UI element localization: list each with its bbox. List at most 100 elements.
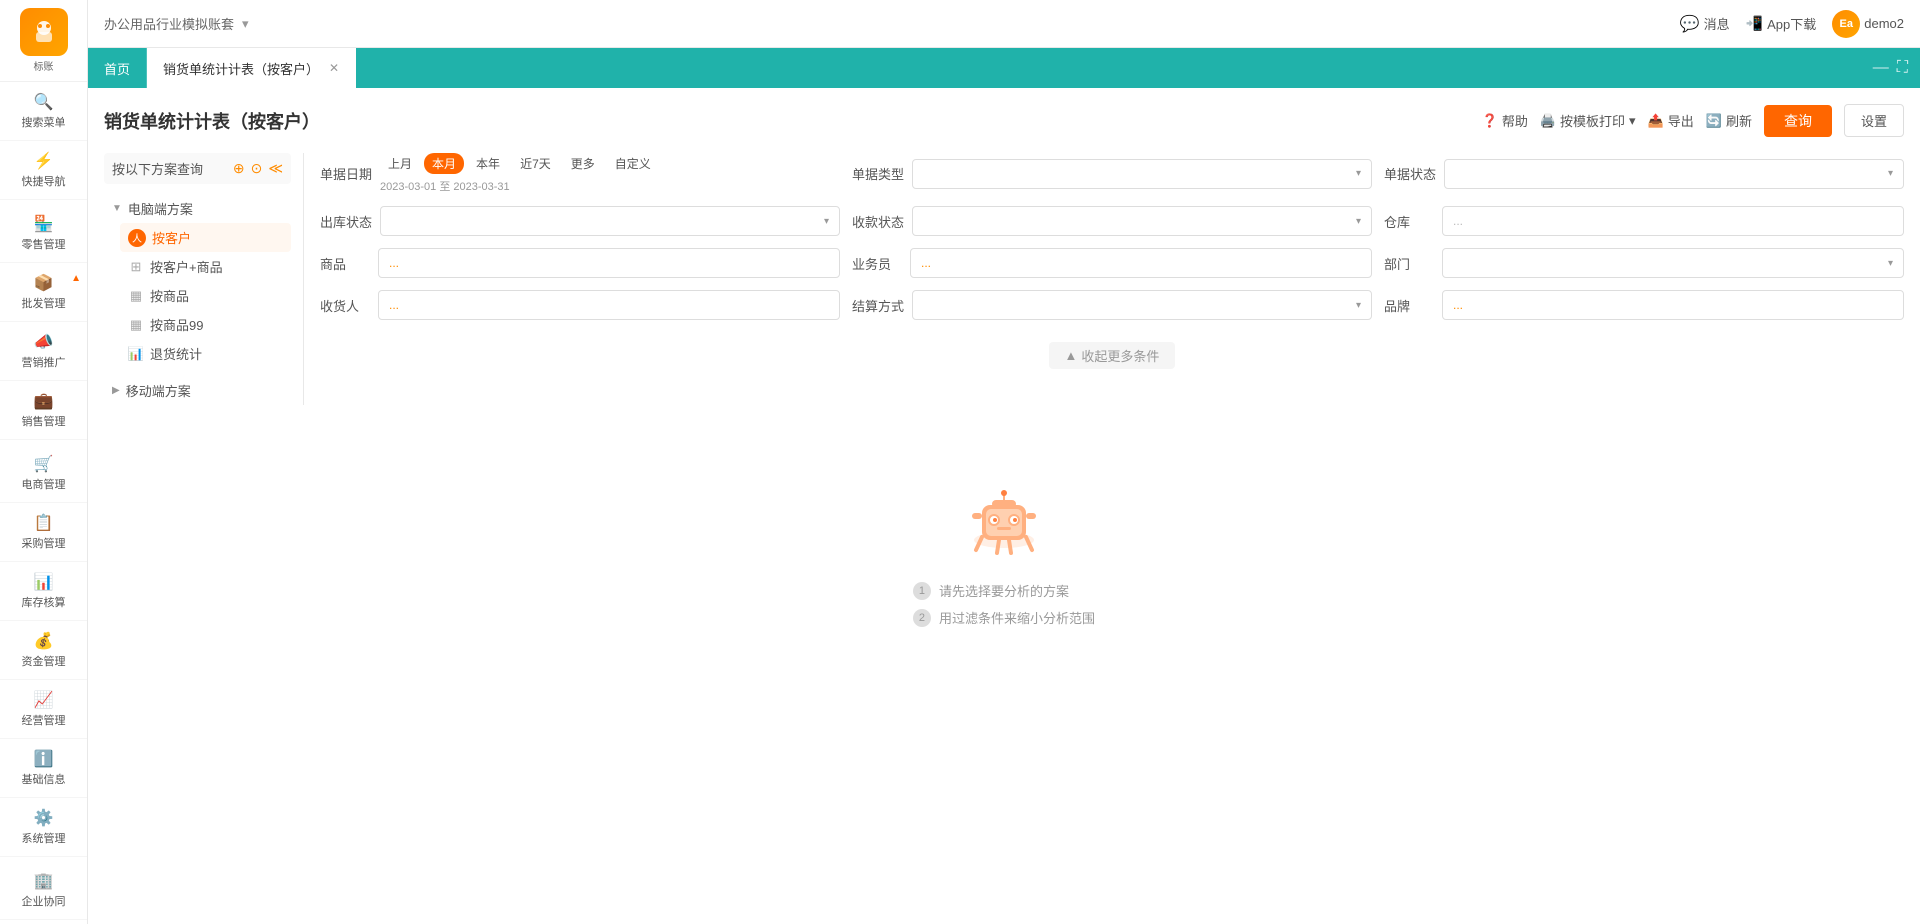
empty-tips: 1 请先选择要分析的方案 2 用过滤条件来缩小分析范围 <box>913 581 1095 627</box>
operations-icon: 📈 <box>34 690 54 710</box>
help-icon: ❓ <box>1482 113 1498 129</box>
warehouse-label: 仓库 <box>1384 212 1434 231</box>
staff-input[interactable]: ... <box>910 248 1372 278</box>
doc-status-select[interactable]: ▾ <box>1444 159 1904 189</box>
tab-home[interactable]: 首页 <box>88 48 147 88</box>
date-label: 单据日期 <box>320 164 372 183</box>
tab-close-icon[interactable]: ✕ <box>329 61 339 75</box>
receipt-select[interactable]: ▾ <box>912 206 1372 236</box>
desktop-scheme-group: ▼ 电脑端方案 人 按客户 <box>104 194 291 368</box>
message-item[interactable]: 💬 消息 <box>1680 14 1730 34</box>
sidebar-item-inventory[interactable]: 📊 库存核算 <box>0 562 87 621</box>
query-button[interactable]: 查询 <box>1764 105 1832 137</box>
payment-label: 结算方式 <box>852 296 904 315</box>
filter-item-staff: 业务员 ... <box>852 248 1372 278</box>
sidebar-item-enterprise-label: 企业协同 <box>22 893 66 909</box>
refresh-action[interactable]: 🔄 刷新 <box>1706 111 1752 130</box>
sidebar-item-retail[interactable]: 🏪 零售管理 <box>0 204 87 263</box>
sidebar-item-ecommerce-label: 电商管理 <box>22 476 66 492</box>
filter-row-1: 单据日期 上月 本月 本年 近7天 更多 自定义 <box>320 153 1904 194</box>
sidebar-item-basic[interactable]: ℹ️ 基础信息 <box>0 739 87 798</box>
top-header: 办公用品行业模拟账套 ▾ 💬 消息 📲 App下载 Ea demo2 <box>88 0 1920 48</box>
sidebar-item-sales-label: 销售管理 <box>22 413 66 429</box>
doc-type-label: 单据类型 <box>852 164 904 183</box>
scheme-add-icon[interactable]: ⊕ <box>233 160 245 177</box>
scheme-item-by-product-label: 按商品 <box>150 286 189 305</box>
filter-panel: 单据日期 上月 本月 本年 近7天 更多 自定义 <box>304 153 1904 405</box>
date-tab-last-7-days[interactable]: 近7天 <box>512 153 559 174</box>
product-input[interactable]: ... <box>378 248 840 278</box>
app-download-item[interactable]: 📲 App下载 <box>1746 14 1817 33</box>
sidebar-item-purchase[interactable]: 📋 采购管理 <box>0 503 87 562</box>
user-initials: Ea <box>1840 18 1853 30</box>
print-icon: 🖨️ <box>1540 113 1556 129</box>
warehouse-input[interactable]: ... <box>1442 206 1904 236</box>
wholesale-icon: 📦 <box>34 273 54 293</box>
tip-num-2: 2 <box>913 609 931 627</box>
sidebar-item-finance[interactable]: 💰 资金管理 <box>0 621 87 680</box>
collapse-bar: ▲ 收起更多条件 <box>320 332 1904 379</box>
sidebar-logo-text: 标账 <box>34 58 54 73</box>
scheme-refresh-icon[interactable]: ⊙ <box>251 160 263 177</box>
scheme-tree: ▼ 电脑端方案 人 按客户 <box>104 194 291 405</box>
empty-state-icon <box>954 465 1054 565</box>
help-action[interactable]: ❓ 帮助 <box>1482 111 1528 130</box>
desktop-scheme-group-label[interactable]: ▼ 电脑端方案 <box>104 194 291 223</box>
sidebar-item-sales[interactable]: 💼 销售管理 <box>0 381 87 440</box>
sidebar-item-shortcuts[interactable]: ⚡ 快捷导航 <box>0 141 87 200</box>
scheme-item-by-customer-product[interactable]: ⊞ 按客户+商品 <box>120 252 291 281</box>
sidebar-item-marketing[interactable]: 📣 营销推广 <box>0 322 87 381</box>
filter-row-4: 收货人 ... 结算方式 ▾ <box>320 290 1904 320</box>
filter-item-doc-status: 单据状态 ▾ <box>1384 159 1904 189</box>
mobile-group-arrow: ▶ <box>112 385 120 396</box>
tab-sales-stats[interactable]: 销货单统计计表（按客户） ✕ <box>147 48 356 88</box>
sidebar-item-purchase-label: 采购管理 <box>22 535 66 551</box>
sidebar-item-wholesale[interactable]: 📦 批发管理 ▲ <box>0 263 87 322</box>
export-action[interactable]: 📤 导出 <box>1648 111 1694 130</box>
scheme-item-by-customer[interactable]: 人 按客户 <box>120 223 291 252</box>
department-select[interactable]: ▾ <box>1442 248 1904 278</box>
header-dropdown-icon[interactable]: ▾ <box>242 16 249 32</box>
marketing-icon: 📣 <box>34 332 54 352</box>
sidebar-item-enterprise[interactable]: 🏢 企业协同 <box>0 861 87 920</box>
mobile-scheme-group: ▶ 移动端方案 <box>104 376 291 405</box>
scheme-item-by-customer-label: 按客户 <box>152 228 191 247</box>
date-tab-more[interactable]: 更多 <box>563 153 603 174</box>
scheme-collapse-icon[interactable]: ≪ <box>268 160 283 177</box>
scheme-item-by-product[interactable]: ▦ 按商品 <box>120 281 291 310</box>
sidebar-item-ecommerce[interactable]: 🛒 电商管理 <box>0 444 87 503</box>
template-print-action[interactable]: 🖨️ 按模板打印 ▾ <box>1540 111 1636 130</box>
tab-actions: — ⛶ <box>1861 59 1920 77</box>
mobile-scheme-group-label[interactable]: ▶ 移动端方案 <box>104 376 291 405</box>
filter-item-doc-type: 单据类型 ▾ <box>852 159 1372 189</box>
brand-input[interactable]: ... <box>1442 290 1904 320</box>
tab-minimize-icon[interactable]: — <box>1873 59 1889 77</box>
date-filter: 上月 本月 本年 近7天 更多 自定义 2023-03-01 至 2023-03… <box>380 153 840 194</box>
tab-expand-icon[interactable]: ⛶ <box>1897 59 1908 77</box>
scheme-item-return-stats[interactable]: 📊 退货统计 <box>120 339 291 368</box>
outstock-select[interactable]: ▾ <box>380 206 840 236</box>
page-title: 销货单统计计表（按客户） <box>104 108 320 134</box>
sidebar-item-system[interactable]: ⚙️ 系统管理 <box>0 798 87 857</box>
sidebar-item-operations[interactable]: 📈 经营管理 <box>0 680 87 739</box>
by-product-99-icon: ▦ <box>128 317 144 333</box>
export-label: 导出 <box>1668 111 1694 130</box>
staff-label: 业务员 <box>852 254 902 273</box>
date-tab-this-month[interactable]: 本月 <box>424 153 464 174</box>
date-tab-custom[interactable]: 自定义 <box>607 153 659 174</box>
user-profile-item[interactable]: Ea demo2 <box>1832 10 1904 38</box>
header-left: 办公用品行业模拟账套 ▾ <box>104 14 249 33</box>
receiver-input[interactable]: ... <box>378 290 840 320</box>
brand-dots: ... <box>1453 298 1463 312</box>
collapse-button[interactable]: ▲ 收起更多条件 <box>1049 342 1176 369</box>
sidebar-item-guide[interactable]: 🎯 新手引导 <box>0 920 87 924</box>
sidebar-item-system-label: 系统管理 <box>22 830 66 846</box>
date-tab-this-year[interactable]: 本年 <box>468 153 508 174</box>
sidebar-item-search[interactable]: 🔍 搜索菜单 <box>0 82 87 141</box>
date-tab-last-month[interactable]: 上月 <box>380 153 420 174</box>
settings-button[interactable]: 设置 <box>1844 104 1904 137</box>
payment-select[interactable]: ▾ <box>912 290 1372 320</box>
scheme-item-by-product-99[interactable]: ▦ 按商品99 <box>120 310 291 339</box>
main-area: 办公用品行业模拟账套 ▾ 💬 消息 📲 App下载 Ea demo2 首页 <box>88 0 1920 924</box>
doc-type-select[interactable]: ▾ <box>912 159 1372 189</box>
